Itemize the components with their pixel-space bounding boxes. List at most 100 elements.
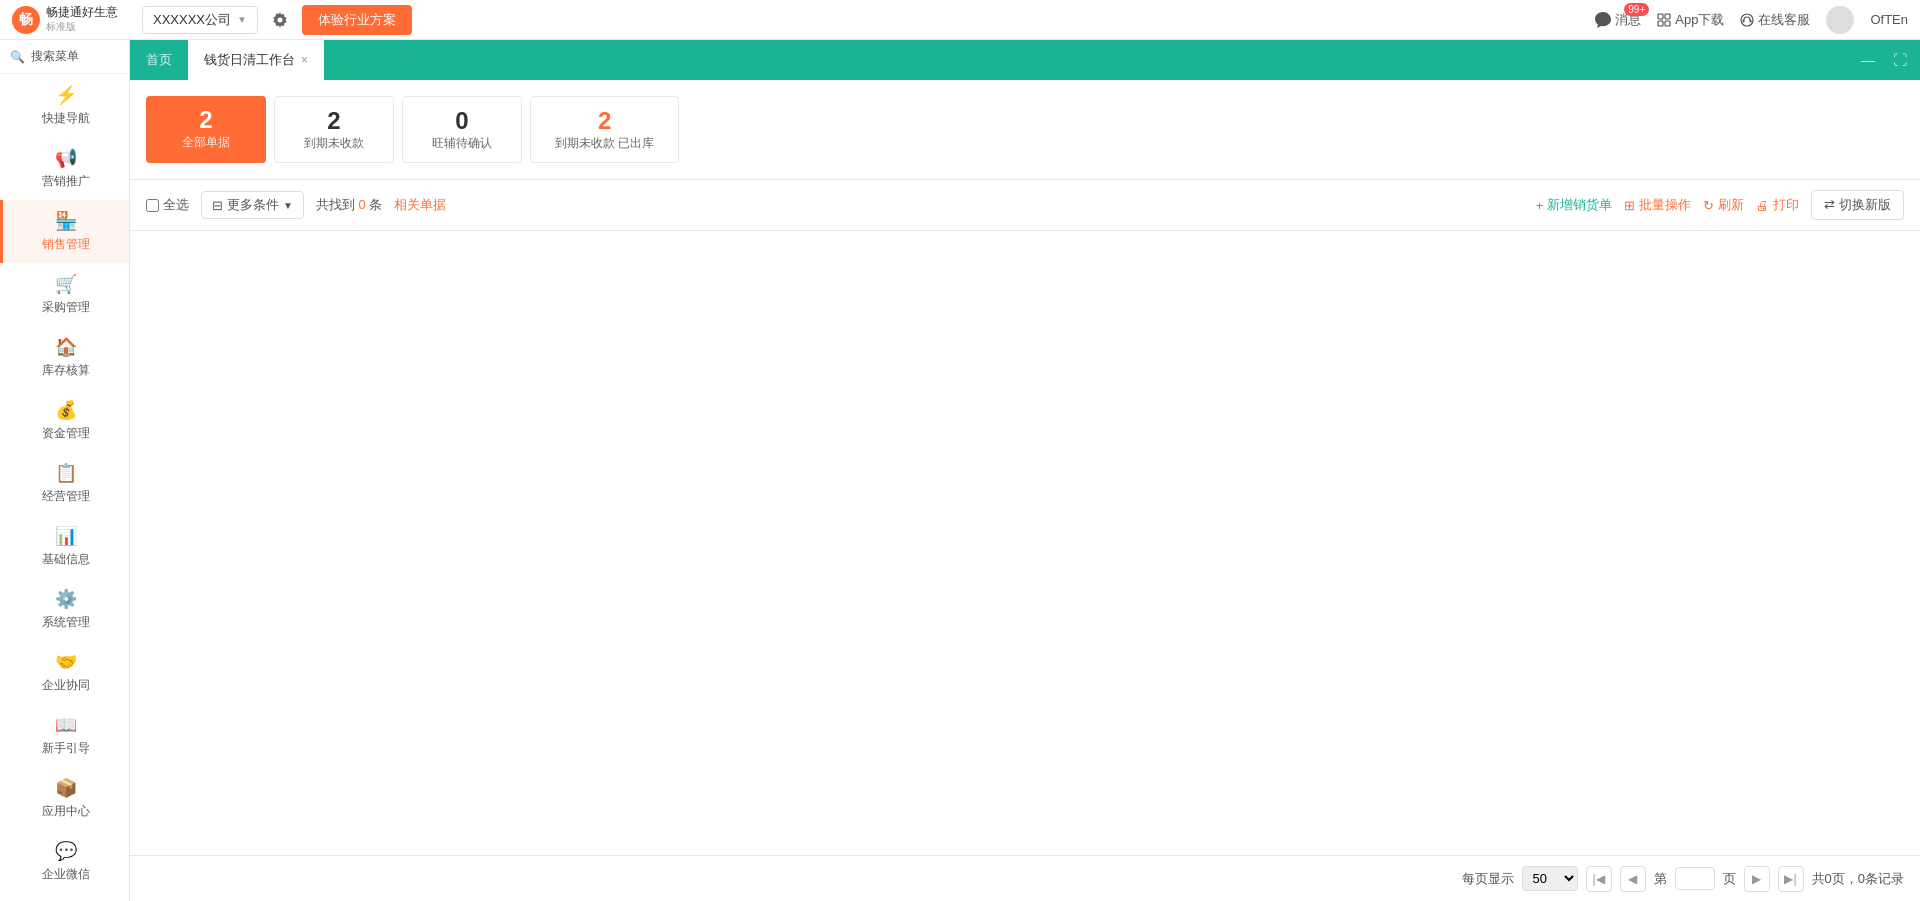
company-name: XXXXXX公司	[153, 11, 231, 29]
select-all-input[interactable]	[146, 199, 159, 212]
stat-number-pending: 0	[427, 107, 497, 135]
wechat-icon: 💬	[55, 840, 77, 862]
stat-number-overdue-shipped: 2	[555, 107, 654, 135]
page-size-select[interactable]: 50 20 100	[1522, 866, 1578, 891]
svg-rect-6	[1750, 19, 1752, 22]
search-menu-label: 搜索菜单	[31, 48, 79, 65]
tab-close-icon[interactable]: ×	[301, 53, 308, 67]
message-item[interactable]: 消息 99+	[1595, 11, 1641, 29]
sidebar-label-marketing: 营销推广	[42, 173, 90, 190]
switch-icon: ⇄	[1824, 197, 1835, 212]
first-page-button[interactable]: |◀	[1586, 866, 1612, 892]
sidebar-item-operations[interactable]: 📋 经营管理	[0, 452, 129, 515]
filter-dropdown-icon: ▼	[283, 200, 293, 211]
page-content: 2 全部单据 2 到期未收款 0 旺辅待确认 2 到期未收款 已出库	[130, 80, 1920, 901]
search-menu-item[interactable]: 🔍 搜索菜单	[0, 40, 129, 74]
add-icon: +	[1536, 198, 1544, 213]
tab-maximize-button[interactable]: ⛶	[1888, 48, 1912, 72]
stat-card-all[interactable]: 2 全部单据	[146, 96, 266, 163]
active-tab-label: 钱货日清工作台	[204, 51, 295, 69]
found-text: 共找到 0 条	[316, 196, 382, 214]
quick-nav-icon: ⚡	[55, 84, 77, 106]
svg-rect-5	[1743, 19, 1745, 22]
sidebar-label-cooperation: 企业协同	[42, 677, 90, 694]
basic-info-icon: 📊	[55, 525, 77, 547]
related-link[interactable]: 相关单据	[394, 196, 446, 214]
select-all-label: 全选	[163, 196, 189, 214]
online-service-item[interactable]: 在线客服	[1740, 11, 1810, 29]
sidebar-item-wechat[interactable]: 💬 企业微信	[0, 830, 129, 893]
sidebar-item-basic-info[interactable]: 📊 基础信息	[0, 515, 129, 578]
sidebar-item-system[interactable]: ⚙️ 系统管理	[0, 578, 129, 641]
refresh-button[interactable]: ↻ 刷新	[1703, 196, 1744, 214]
app-download-item[interactable]: App下载	[1657, 11, 1724, 29]
sidebar-label-sales: 销售管理	[42, 236, 90, 253]
sidebar-item-cooperation[interactable]: 🤝 企业协同	[0, 641, 129, 704]
app-center-icon: 📦	[55, 777, 77, 799]
stat-card-overdue[interactable]: 2 到期未收款	[274, 96, 394, 163]
next-page-button[interactable]: ▶	[1744, 866, 1770, 892]
page-label-end: 页	[1723, 870, 1736, 888]
print-label: 打印	[1773, 196, 1799, 214]
stat-card-overdue-shipped[interactable]: 2 到期未收款 已出库	[530, 96, 679, 163]
logo-area: 畅 畅捷通好生意 标准版	[12, 5, 142, 35]
stat-label-overdue: 到期未收款	[304, 136, 364, 150]
batch-operation-button[interactable]: ⊞ 批量操作	[1624, 196, 1691, 214]
sidebar-label-app-center: 应用中心	[42, 803, 90, 820]
sidebar-label-system: 系统管理	[42, 614, 90, 631]
content-area: 首页 钱货日清工作台 × — ⛶ 2 全部单据 2 到期未收款	[130, 40, 1920, 901]
stat-label-overdue-shipped: 到期未收款 已出库	[555, 136, 654, 150]
sidebar-label-inventory: 库存核算	[42, 362, 90, 379]
company-selector[interactable]: XXXXXX公司 ▼	[142, 6, 258, 34]
active-tab[interactable]: 钱货日清工作台 ×	[188, 40, 324, 80]
sidebar-label-wechat: 企业微信	[42, 866, 90, 883]
switch-version-button[interactable]: ⇄ 切换新版	[1811, 190, 1904, 220]
app-download-label: App下载	[1675, 11, 1724, 29]
svg-rect-0	[1658, 14, 1663, 19]
sidebar-item-purchase[interactable]: 🛒 采购管理	[0, 263, 129, 326]
sidebar-item-quick-nav[interactable]: ⚡ 快捷导航	[0, 74, 129, 137]
experience-btn[interactable]: 体验行业方案	[302, 5, 412, 35]
batch-label: 批量操作	[1639, 196, 1691, 214]
page-number-input[interactable]: 1	[1675, 867, 1715, 890]
filter-label: 更多条件	[227, 196, 279, 214]
sidebar-item-sales[interactable]: 🏪 销售管理	[0, 200, 129, 263]
svg-rect-1	[1665, 14, 1670, 19]
sidebar-item-app-center[interactable]: 📦 应用中心	[0, 767, 129, 830]
tab-minimize-button[interactable]: —	[1856, 48, 1880, 72]
user-name: OfTEn	[1870, 12, 1908, 27]
main-layout: 🔍 搜索菜单 ⚡ 快捷导航 📢 营销推广 🏪 销售管理 🛒 采购管理 🏠 库存核…	[0, 40, 1920, 901]
found-count: 0	[359, 197, 366, 212]
sidebar-label-finance: 资金管理	[42, 425, 90, 442]
user-avatar[interactable]	[1826, 6, 1854, 34]
stat-number-overdue: 2	[299, 107, 369, 135]
home-tab-label: 首页	[146, 51, 172, 69]
refresh-label: 刷新	[1718, 196, 1744, 214]
finance-icon: 💰	[55, 399, 77, 421]
top-header: 畅 畅捷通好生意 标准版 XXXXXX公司 ▼ 体验行业方案 消息 99+	[0, 0, 1920, 40]
tab-bar: 首页 钱货日清工作台 × — ⛶	[130, 40, 1920, 80]
filter-button[interactable]: ⊟ 更多条件 ▼	[201, 191, 304, 219]
last-page-button[interactable]: ▶|	[1778, 866, 1804, 892]
sidebar-item-member[interactable]: ▽ 畅会员	[0, 893, 129, 901]
stat-card-pending[interactable]: 0 旺辅待确认	[402, 96, 522, 163]
sidebar-item-marketing[interactable]: 📢 营销推广	[0, 137, 129, 200]
sidebar-item-finance[interactable]: 💰 资金管理	[0, 389, 129, 452]
select-all-checkbox[interactable]: 全选	[146, 196, 189, 214]
sales-icon: 🏪	[55, 210, 77, 232]
settings-button[interactable]	[266, 6, 294, 34]
per-page-label: 每页显示	[1462, 870, 1514, 888]
svg-rect-3	[1665, 21, 1670, 26]
prev-page-button[interactable]: ◀	[1620, 866, 1646, 892]
switch-label: 切换新版	[1839, 197, 1891, 212]
logo-text: 畅捷通好生意	[46, 5, 118, 21]
toolbar: 全选 ⊟ 更多条件 ▼ 共找到 0 条 相关单据 + 新增销货单	[130, 180, 1920, 231]
dropdown-arrow-icon: ▼	[237, 14, 247, 25]
add-order-label: 新增销货单	[1547, 196, 1612, 214]
sidebar-item-inventory[interactable]: 🏠 库存核算	[0, 326, 129, 389]
home-tab[interactable]: 首页	[130, 40, 188, 80]
add-order-button[interactable]: + 新增销货单	[1536, 196, 1613, 214]
sidebar-label-purchase: 采购管理	[42, 299, 90, 316]
print-button[interactable]: 🖨 打印	[1756, 196, 1799, 214]
sidebar-item-guide[interactable]: 📖 新手引导	[0, 704, 129, 767]
